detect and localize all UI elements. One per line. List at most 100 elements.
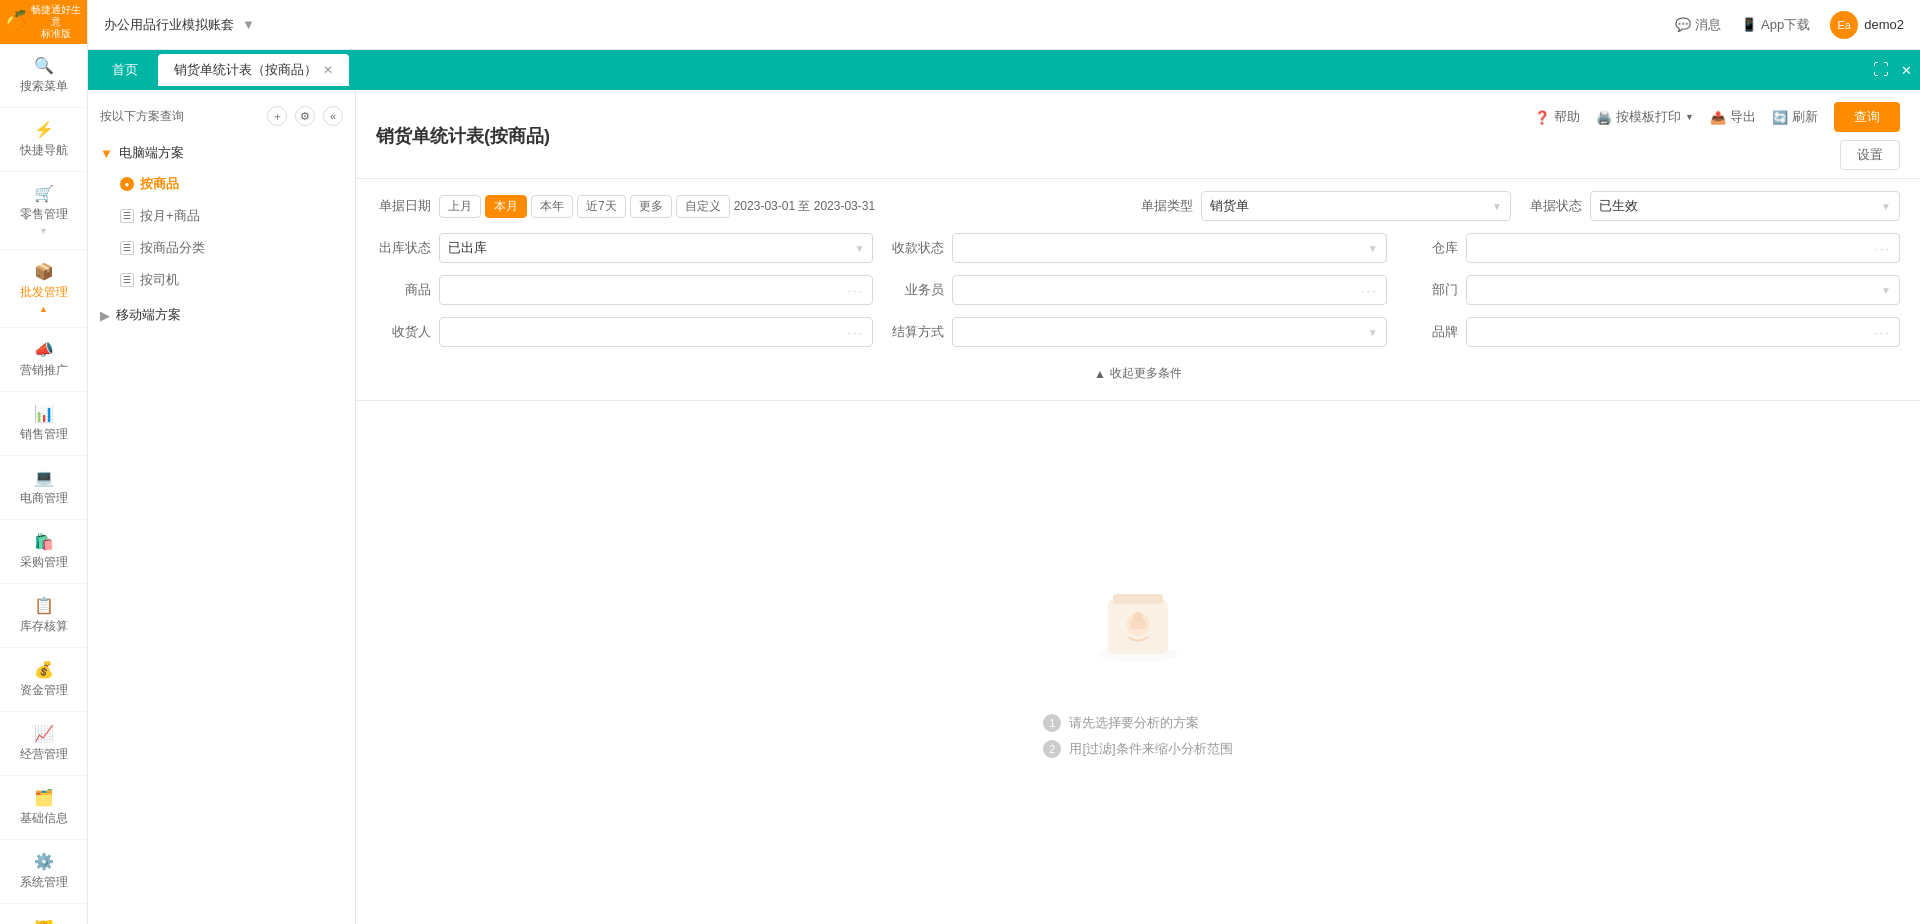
message-icon: 💬 xyxy=(1675,17,1691,32)
sidebar-item-ecommerce[interactable]: 💻 电商管理 xyxy=(0,456,87,520)
sidebar-item-label: 营销推广 xyxy=(4,362,83,379)
sidebar-item-inventory[interactable]: 📋 库存核算 xyxy=(0,584,87,648)
collapse-panel-btn[interactable]: « xyxy=(323,106,343,126)
sidebar-item-operation[interactable]: 📈 经营管理 xyxy=(0,712,87,776)
export-icon: 📤 xyxy=(1710,110,1726,125)
sidebar-item-marketing[interactable]: 📣 营销推广 xyxy=(0,328,87,392)
filter-brand: 品牌 ··· xyxy=(1403,317,1900,347)
user-profile[interactable]: Ea demo2 xyxy=(1830,11,1904,39)
tab-expand-btn[interactable]: ⛶ xyxy=(1873,61,1889,79)
query-btn[interactable]: 查询 xyxy=(1834,102,1900,132)
arrow-right-icon: ▶ xyxy=(100,308,110,323)
sidebar-item-label: 快捷导航 xyxy=(4,142,83,159)
collect-status-label: 收款状态 xyxy=(889,239,944,257)
scheme-group-mobile-header[interactable]: ▶ 移动端方案 xyxy=(88,300,355,330)
sidebar-item-shortcut[interactable]: ⚡ 快捷导航 xyxy=(0,108,87,172)
settings-scheme-btn[interactable]: ⚙ xyxy=(295,106,315,126)
sidebar-item-base[interactable]: 🗂️ 基础信息 xyxy=(0,776,87,840)
sidebar-item-wholesale[interactable]: 📦 批发管理 ▲ xyxy=(0,250,87,328)
recipient-label: 收货人 xyxy=(376,323,431,341)
tab-home[interactable]: 首页 xyxy=(96,54,154,86)
dept-label: 部门 xyxy=(1403,281,1458,299)
sidebar-item-finance[interactable]: 💰 资金管理 xyxy=(0,648,87,712)
date-btn-more[interactable]: 更多 xyxy=(630,195,672,218)
sidebar-item-label: 经营管理 xyxy=(4,746,83,763)
filter-salesperson: 业务员 ··· xyxy=(889,275,1386,305)
help-btn[interactable]: ❓ 帮助 xyxy=(1534,108,1580,126)
scheme-item-by-product[interactable]: ● 按商品 xyxy=(88,168,355,200)
out-status-select[interactable]: 已出库 ▼ xyxy=(439,233,873,263)
brand-label: 品牌 xyxy=(1403,323,1458,341)
payment-select[interactable]: ▼ xyxy=(952,317,1386,347)
sidebar-item-label: 采购管理 xyxy=(4,554,83,571)
filter-doc-type: 单据类型 销货单 ▼ xyxy=(1138,191,1511,221)
sidebar-item-purchase[interactable]: 🛍️ 采购管理 xyxy=(0,520,87,584)
retail-icon: 🛒 xyxy=(4,184,83,203)
scheme-group-desktop-header[interactable]: ▼ 电脑端方案 xyxy=(88,138,355,168)
page-title: 销货单统计表(按商品) xyxy=(376,124,550,148)
empty-hint-2: 2 用[过滤]条件来缩小分析范围 xyxy=(1043,740,1232,758)
date-btn-last-month[interactable]: 上月 xyxy=(439,195,481,218)
chevron-down-icon: ▼ xyxy=(1881,201,1891,212)
export-btn[interactable]: 📤 导出 xyxy=(1710,108,1756,126)
collect-status-select[interactable]: ▼ xyxy=(952,233,1386,263)
salesperson-input[interactable]: ··· xyxy=(952,275,1386,305)
date-btn-this-month[interactable]: 本月 xyxy=(485,195,527,218)
help-icon: ❓ xyxy=(1534,110,1550,125)
dept-select[interactable]: ▼ xyxy=(1466,275,1900,305)
download-icon: 📱 xyxy=(1741,17,1757,32)
dropdown-icon[interactable]: ▼ xyxy=(242,17,255,32)
print-btn[interactable]: 🖨️ 按模板打印 ▼ xyxy=(1596,108,1694,126)
filter-row-1: 单据日期 上月 本月 本年 近7天 更多 自定义 2023-03-01 至 20… xyxy=(376,191,1900,221)
tab-close-icon[interactable]: ✕ xyxy=(323,63,333,77)
collapse-more-btn[interactable]: ▲ 收起更多条件 xyxy=(376,359,1900,388)
message-btn[interactable]: 💬 消息 xyxy=(1675,16,1721,34)
tab-bar: 首页 销货单统计表（按商品） ✕ ⛶ ✕ xyxy=(88,50,1920,90)
logo-icon: 🍊 xyxy=(4,8,29,34)
add-scheme-btn[interactable]: ＋ xyxy=(267,106,287,126)
product-label: 商品 xyxy=(376,281,431,299)
filter-doc-status: 单据状态 已生效 ▼ xyxy=(1527,191,1900,221)
app-download-btn[interactable]: 📱 App下载 xyxy=(1741,16,1810,34)
inventory-icon: 📋 xyxy=(4,596,83,615)
action-row: ❓ 帮助 🖨️ 按模板打印 ▼ 📤 导出 � xyxy=(1534,102,1900,132)
filter-payment: 结算方式 ▼ xyxy=(889,317,1386,347)
brand-input[interactable]: ··· xyxy=(1466,317,1900,347)
product-input[interactable]: ··· xyxy=(439,275,873,305)
filter-recipient: 收货人 ··· xyxy=(376,317,873,347)
chevron-down-icon: ▼ xyxy=(1492,201,1502,212)
refresh-btn[interactable]: 🔄 刷新 xyxy=(1772,108,1818,126)
sidebar-item-system[interactable]: ⚙️ 系统管理 xyxy=(0,840,87,904)
date-btn-this-year[interactable]: 本年 xyxy=(531,195,573,218)
more-icon: ··· xyxy=(847,325,864,340)
scheme-item-by-month-product[interactable]: ☰ 按月+商品 xyxy=(88,200,355,232)
close-window-btn[interactable]: ✕ xyxy=(1901,63,1912,78)
chevron-down-icon: ▼ xyxy=(854,243,864,254)
scheme-group-mobile: ▶ 移动端方案 xyxy=(88,300,355,330)
doc-status-value: 已生效 xyxy=(1599,197,1638,215)
date-label: 单据日期 xyxy=(376,197,431,215)
warehouse-input[interactable]: ··· xyxy=(1466,233,1900,263)
sidebar-item-enterprise[interactable]: 🤝 企业协同 xyxy=(0,904,87,924)
sidebar-item-sales[interactable]: 📊 销售管理 xyxy=(0,392,87,456)
setting-btn[interactable]: 设置 xyxy=(1840,140,1900,170)
scheme-item-by-cashier[interactable]: ☰ 按司机 xyxy=(88,264,355,296)
shortcut-icon: ⚡ xyxy=(4,120,83,139)
empty-illustration xyxy=(1078,559,1198,698)
sidebar-item-search[interactable]: 🔍 搜索菜单 xyxy=(0,44,87,108)
doc-status-select[interactable]: 已生效 ▼ xyxy=(1590,191,1900,221)
doc-type-select[interactable]: 销货单 ▼ xyxy=(1201,191,1511,221)
date-btn-group: 上月 本月 本年 近7天 更多 自定义 2023-03-01 至 2023-03… xyxy=(439,195,1122,218)
date-btn-7days[interactable]: 近7天 xyxy=(577,195,626,218)
recipient-input[interactable]: ··· xyxy=(439,317,873,347)
logo-text: 畅捷通好生意 标准版 xyxy=(29,4,83,40)
print-dropdown-icon: ▼ xyxy=(1685,112,1694,122)
tab-sales-stat[interactable]: 销货单统计表（按商品） ✕ xyxy=(158,54,349,86)
refresh-icon: 🔄 xyxy=(1772,110,1788,125)
sidebar-item-retail[interactable]: 🛒 零售管理 ▼ xyxy=(0,172,87,250)
chevron-down-icon: ▼ xyxy=(1368,243,1378,254)
scheme-item-icon: ☰ xyxy=(120,273,134,287)
scheme-item-by-product-cat[interactable]: ☰ 按商品分类 xyxy=(88,232,355,264)
date-btn-custom[interactable]: 自定义 xyxy=(676,195,730,218)
date-range: 2023-03-01 至 2023-03-31 xyxy=(734,198,875,215)
